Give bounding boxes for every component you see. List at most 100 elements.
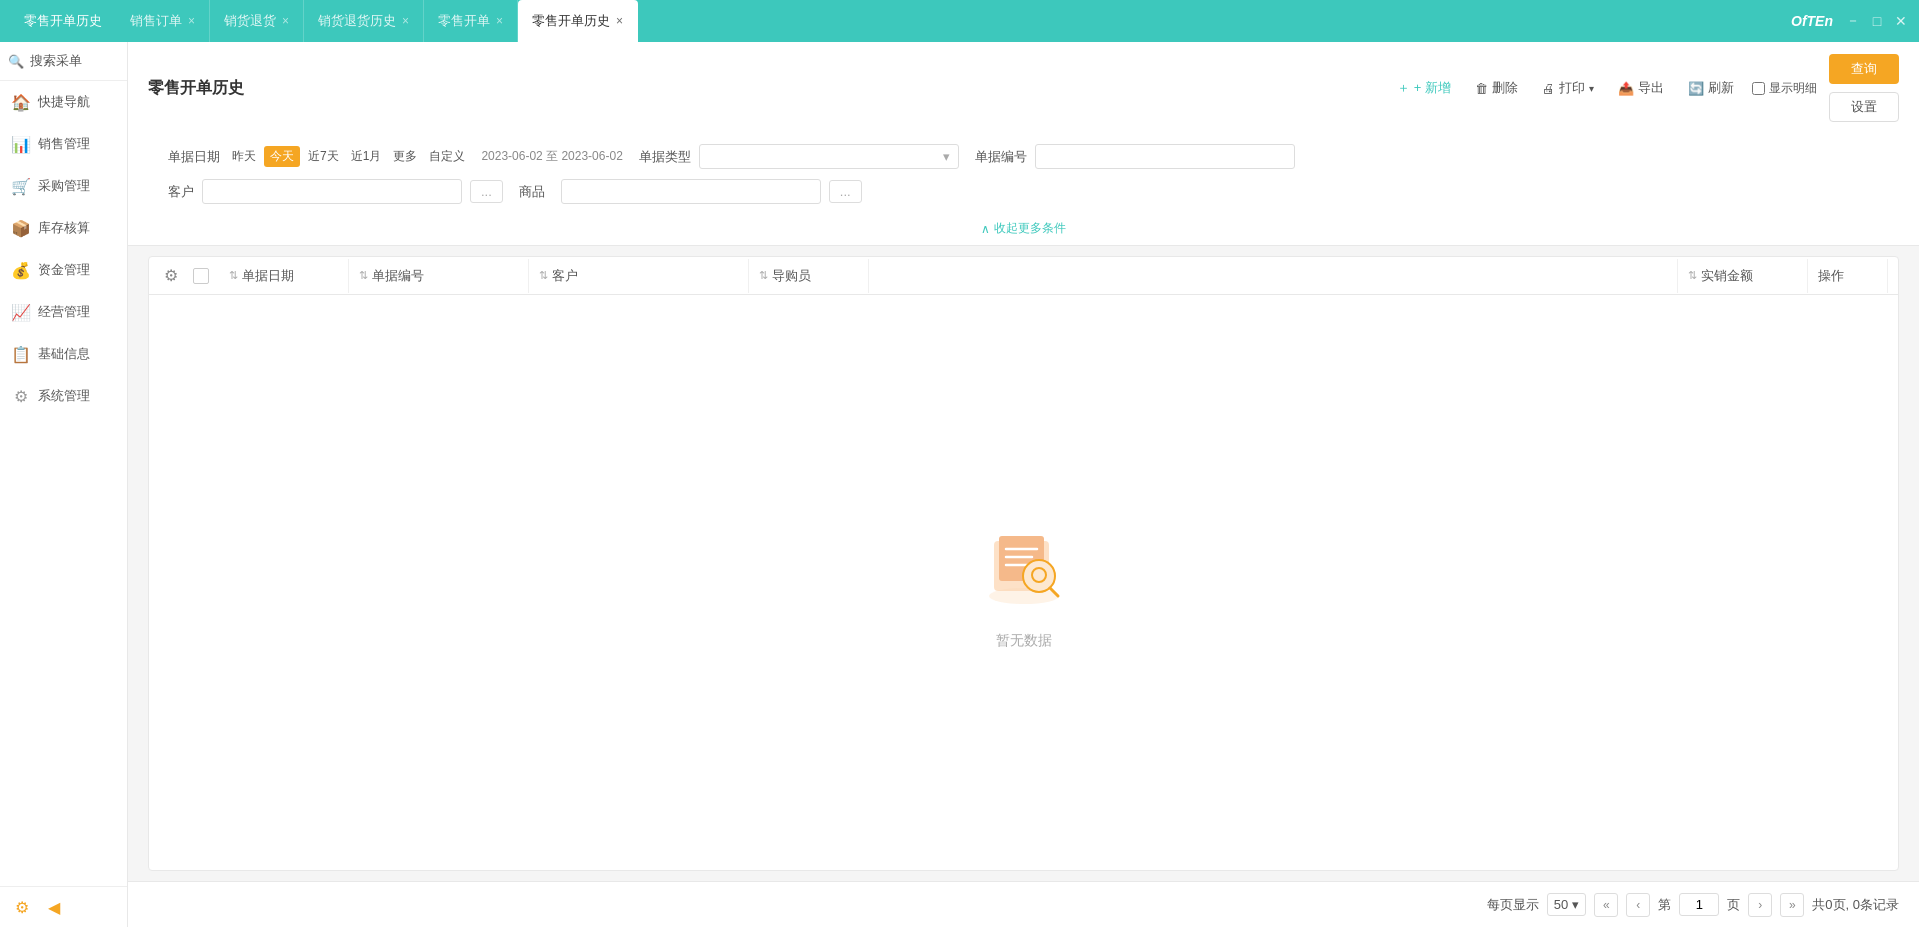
select-all-checkbox[interactable] <box>193 268 209 284</box>
client-filter-label: 客户 <box>168 183 194 201</box>
top-bar: 零售开单历史 销售订单 × 销货退货 × 销货退货历史 × 零售开单 × 零售开… <box>0 0 1919 42</box>
table-settings-icon[interactable]: ⚙ <box>159 264 183 288</box>
table-header: ⇅ 单据日期 ⇅ 单据编号 ⇅ 客户 ⇅ 导购员 <box>219 259 1888 293</box>
prev-page-btn[interactable]: ‹ <box>1626 893 1650 917</box>
box-icon: 📦 <box>12 219 30 237</box>
table-area: ⚙ ⇅ 单据日期 ⇅ 单据编号 ⇅ 客户 <box>148 256 1899 871</box>
setting-button[interactable]: 设置 <box>1829 92 1899 122</box>
tab-label: 零售开单 <box>438 12 490 30</box>
th-number[interactable]: ⇅ 单据编号 <box>349 259 529 293</box>
close-icon[interactable]: × <box>188 14 195 28</box>
maximize-btn[interactable]: □ <box>1869 13 1885 29</box>
add-button[interactable]: ＋ + 新增 <box>1391 75 1457 101</box>
tab-retail-open[interactable]: 零售开单 × <box>424 0 518 42</box>
sidebar-item-label: 采购管理 <box>38 177 90 195</box>
date-quick-buttons: 昨天 今天 近7天 近1月 更多 自定义 <box>228 146 469 167</box>
close-icon[interactable]: × <box>282 14 289 28</box>
th-guide[interactable]: ⇅ 导购员 <box>749 259 869 293</box>
refresh-button[interactable]: 🔄 刷新 <box>1682 75 1740 101</box>
filter-row-2: 客户 ... 商品 ... <box>168 179 1879 204</box>
sidebar-item-label: 销售管理 <box>38 135 90 153</box>
chevron-up-icon: ∧ <box>981 222 990 236</box>
delete-button[interactable]: 🗑 删除 <box>1469 75 1524 101</box>
tab-home[interactable]: 零售开单历史 <box>10 12 116 30</box>
last-page-btn[interactable]: » <box>1780 893 1804 917</box>
sidebar-item-finance[interactable]: 💰 资金管理 <box>0 249 127 291</box>
page-input[interactable] <box>1679 893 1719 916</box>
btn-more[interactable]: 更多 <box>389 146 421 167</box>
sidebar-item-purchase-mgmt[interactable]: 🛒 采购管理 <box>0 165 127 207</box>
tab-retail-open-history[interactable]: 零售开单历史 × <box>518 0 638 42</box>
goods-dots-btn[interactable]: ... <box>829 180 862 203</box>
page-suffix: 页 <box>1727 896 1740 914</box>
sidebar-item-label: 资金管理 <box>38 261 90 279</box>
sidebar-item-label: 快捷导航 <box>38 93 90 111</box>
page-title-row: 零售开单历史 ＋ + 新增 🗑 删除 🖨 打印 ▾ <box>148 54 1899 122</box>
show-detail-checkbox[interactable] <box>1752 82 1765 95</box>
type-select[interactable]: ▾ <box>699 144 959 169</box>
sidebar-item-inventory[interactable]: 📦 库存核算 <box>0 207 127 249</box>
table-toolbar-row: ⚙ ⇅ 单据日期 ⇅ 单据编号 ⇅ 客户 <box>149 257 1898 295</box>
next-page-btn[interactable]: › <box>1748 893 1772 917</box>
th-client[interactable]: ⇅ 客户 <box>529 259 749 293</box>
btn-today[interactable]: 今天 <box>264 146 300 167</box>
filter-date: 单据日期 昨天 今天 近7天 近1月 更多 自定义 2023-06-02 至 2… <box>168 146 623 167</box>
btn-1month[interactable]: 近1月 <box>347 146 386 167</box>
close-icon[interactable]: × <box>616 14 623 28</box>
sidebar: 🔍 搜索采单 🏠 快捷导航 📊 销售管理 🛒 采购管理 📦 库存核算 💰 资金管… <box>0 42 128 927</box>
close-btn[interactable]: ✕ <box>1893 13 1909 29</box>
tab-sales-order[interactable]: 销售订单 × <box>116 0 210 42</box>
th-amount[interactable]: ⇅ 实销金额 <box>1678 259 1808 293</box>
chevron-down-icon: ▾ <box>943 149 950 164</box>
sidebar-item-quick-nav[interactable]: 🏠 快捷导航 <box>0 81 127 123</box>
sidebar-item-sales-mgmt[interactable]: 📊 销售管理 <box>0 123 127 165</box>
show-detail-toggle[interactable]: 显示明细 <box>1752 80 1817 97</box>
toolbar: ＋ + 新增 🗑 删除 🖨 打印 ▾ 📤 导出 <box>1391 54 1899 122</box>
btn-custom[interactable]: 自定义 <box>425 146 469 167</box>
content-area: 零售开单历史 ＋ + 新增 🗑 删除 🖨 打印 ▾ <box>128 42 1919 927</box>
client-input[interactable] <box>202 179 462 204</box>
settings-icon[interactable]: ⚙ <box>12 897 32 917</box>
sidebar-item-label: 基础信息 <box>38 345 90 363</box>
close-icon[interactable]: × <box>402 14 409 28</box>
tab-sales-return[interactable]: 销货退货 × <box>210 0 304 42</box>
btn-7days[interactable]: 近7天 <box>304 146 343 167</box>
query-button[interactable]: 查询 <box>1829 54 1899 84</box>
tab-sales-return-history[interactable]: 销货退货历史 × <box>304 0 424 42</box>
btn-yesterday[interactable]: 昨天 <box>228 146 260 167</box>
trending-icon: 📈 <box>12 303 30 321</box>
th-client-label: 客户 <box>552 267 578 285</box>
close-icon[interactable]: × <box>496 14 503 28</box>
th-date-label: 单据日期 <box>242 267 294 285</box>
sidebar-item-basic-info[interactable]: 📋 基础信息 <box>0 333 127 375</box>
add-icon: ＋ <box>1397 79 1410 97</box>
per-page-select[interactable]: 50 ▾ <box>1547 893 1586 916</box>
collapse-sidebar-icon[interactable]: ◀ <box>44 897 64 917</box>
export-button[interactable]: 📤 导出 <box>1612 75 1670 101</box>
sort-icon: ⇅ <box>759 269 768 282</box>
minimize-btn[interactable]: － <box>1845 13 1861 29</box>
delete-icon: 🗑 <box>1475 81 1488 96</box>
number-input[interactable] <box>1035 144 1295 169</box>
filter-client: 客户 ... <box>168 179 503 204</box>
empty-illustration <box>974 516 1074 616</box>
print-icon: 🖨 <box>1542 81 1555 96</box>
sidebar-search[interactable]: 🔍 搜索采单 <box>0 42 127 81</box>
main-layout: 🔍 搜索采单 🏠 快捷导航 📊 销售管理 🛒 采购管理 📦 库存核算 💰 资金管… <box>0 42 1919 927</box>
sidebar-item-system[interactable]: ⚙ 系统管理 <box>0 375 127 417</box>
print-button[interactable]: 🖨 打印 ▾ <box>1536 75 1600 101</box>
date-filter-label: 单据日期 <box>168 148 220 166</box>
th-date[interactable]: ⇅ 单据日期 <box>219 259 349 293</box>
total-info: 共0页, 0条记录 <box>1812 896 1899 914</box>
goods-input[interactable] <box>561 179 821 204</box>
gear-icon: ⚙ <box>12 387 30 405</box>
delete-label: 删除 <box>1492 79 1518 97</box>
sidebar-item-label: 库存核算 <box>38 219 90 237</box>
collapse-filter-btn[interactable]: ∧ 收起更多条件 <box>168 214 1879 245</box>
pagination: 每页显示 50 ▾ « ‹ 第 页 › » 共0页, 0条记录 <box>128 881 1919 927</box>
first-page-btn[interactable]: « <box>1594 893 1618 917</box>
client-dots-btn[interactable]: ... <box>470 180 503 203</box>
sidebar-item-operation[interactable]: 📈 经营管理 <box>0 291 127 333</box>
chevron-down-icon: ▾ <box>1589 83 1594 94</box>
empty-state: 暂无数据 <box>149 295 1898 870</box>
